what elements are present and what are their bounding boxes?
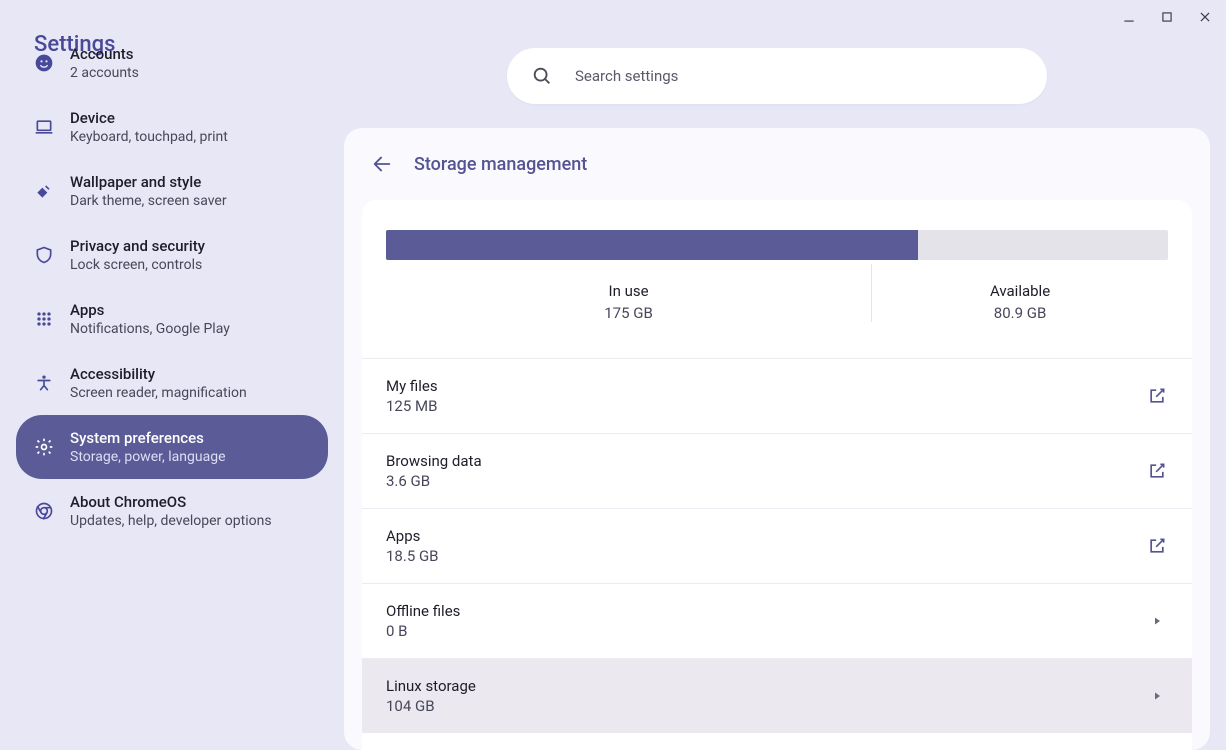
row-label: Linux storage [386, 677, 476, 695]
nav-label: Device [70, 109, 228, 127]
storage-row-apps[interactable]: Apps 18.5 GB [362, 508, 1192, 583]
storage-usage-summary: In use 175 GB Available 80.9 GB [362, 200, 1192, 358]
row-label: Browsing data [386, 452, 482, 470]
row-value: 0 B [386, 622, 460, 640]
sidebar-item-system-preferences[interactable]: System preferences Storage, power, langua… [16, 415, 328, 479]
gear-icon [34, 437, 54, 457]
storage-row-offline-files[interactable]: Offline files 0 B [362, 583, 1192, 658]
shield-icon [34, 245, 54, 265]
available-value: 80.9 GB [872, 304, 1168, 322]
in-use-column: In use 175 GB [386, 264, 872, 322]
sidebar-item-about-chromeos[interactable]: About ChromeOS Updates, help, developer o… [16, 479, 328, 543]
nav-desc: Notifications, Google Play [70, 321, 230, 337]
nav-label: Accounts [70, 45, 139, 63]
sidebar-item-device[interactable]: Device Keyboard, touchpad, print [16, 95, 328, 159]
row-label: Offline files [386, 602, 460, 620]
in-use-value: 175 GB [386, 304, 871, 322]
page-title: Storage management [414, 154, 587, 175]
sidebar-item-accessibility[interactable]: Accessibility Screen reader, magnificatio… [16, 351, 328, 415]
nav-label: About ChromeOS [70, 493, 272, 511]
available-label: Available [872, 282, 1168, 300]
storage-used-fill [386, 230, 918, 260]
back-button[interactable] [368, 150, 396, 178]
sidebar-item-privacy-and-security[interactable]: Privacy and security Lock screen, control… [16, 223, 328, 287]
nav-desc: 2 accounts [70, 65, 139, 81]
row-value: 18.5 GB [386, 547, 439, 565]
accessibility-icon [34, 373, 54, 393]
face-icon [34, 53, 54, 73]
available-column: Available 80.9 GB [872, 264, 1168, 322]
nav-desc: Keyboard, touchpad, print [70, 129, 228, 145]
content-card: Storage management In use 175 GB Availab… [344, 128, 1210, 750]
close-button[interactable] [1196, 8, 1214, 26]
nav-desc: Dark theme, screen saver [70, 193, 227, 209]
nav-desc: Lock screen, controls [70, 257, 205, 273]
row-label: My files [386, 377, 438, 395]
grid-icon [34, 309, 54, 329]
chevron-right-icon [1146, 685, 1168, 707]
storage-usage-bar [386, 230, 1168, 260]
nav-desc: Storage, power, language [70, 449, 226, 465]
minimize-button[interactable] [1120, 8, 1138, 26]
row-label: Apps [386, 527, 439, 545]
nav-label: Wallpaper and style [70, 173, 227, 191]
search-icon [531, 65, 553, 87]
style-icon [34, 181, 54, 201]
storage-row-browsing-data[interactable]: Browsing data 3.6 GB [362, 433, 1192, 508]
row-value: 125 MB [386, 397, 438, 415]
in-use-label: In use [386, 282, 871, 300]
laptop-icon [34, 117, 54, 137]
search-input[interactable] [575, 67, 1023, 85]
row-value: 3.6 GB [386, 472, 482, 490]
open-external-icon [1146, 385, 1168, 407]
storage-row-my-files[interactable]: My files 125 MB [362, 358, 1192, 433]
open-external-icon [1146, 460, 1168, 482]
chevron-right-icon [1146, 610, 1168, 632]
nav-label: System preferences [70, 429, 226, 447]
search-bar[interactable] [507, 48, 1047, 104]
sidebar: Settings Accounts2 accountsDeviceKeyboar… [0, 4, 344, 750]
open-external-icon [1146, 535, 1168, 557]
sidebar-item-wallpaper-and-style[interactable]: Wallpaper and style Dark theme, screen sa… [16, 159, 328, 223]
sidebar-item-apps[interactable]: Apps Notifications, Google Play [16, 287, 328, 351]
nav-label: Apps [70, 301, 230, 319]
maximize-button[interactable] [1158, 8, 1176, 26]
storage-row-linux-storage[interactable]: Linux storage 104 GB [362, 658, 1192, 733]
nav-label: Privacy and security [70, 237, 205, 255]
nav-desc: Screen reader, magnification [70, 385, 247, 401]
nav-desc: Updates, help, developer options [70, 513, 272, 529]
nav-label: Accessibility [70, 365, 247, 383]
chrome-icon [34, 501, 54, 521]
row-value: 104 GB [386, 697, 476, 715]
window-controls [1120, 0, 1226, 34]
